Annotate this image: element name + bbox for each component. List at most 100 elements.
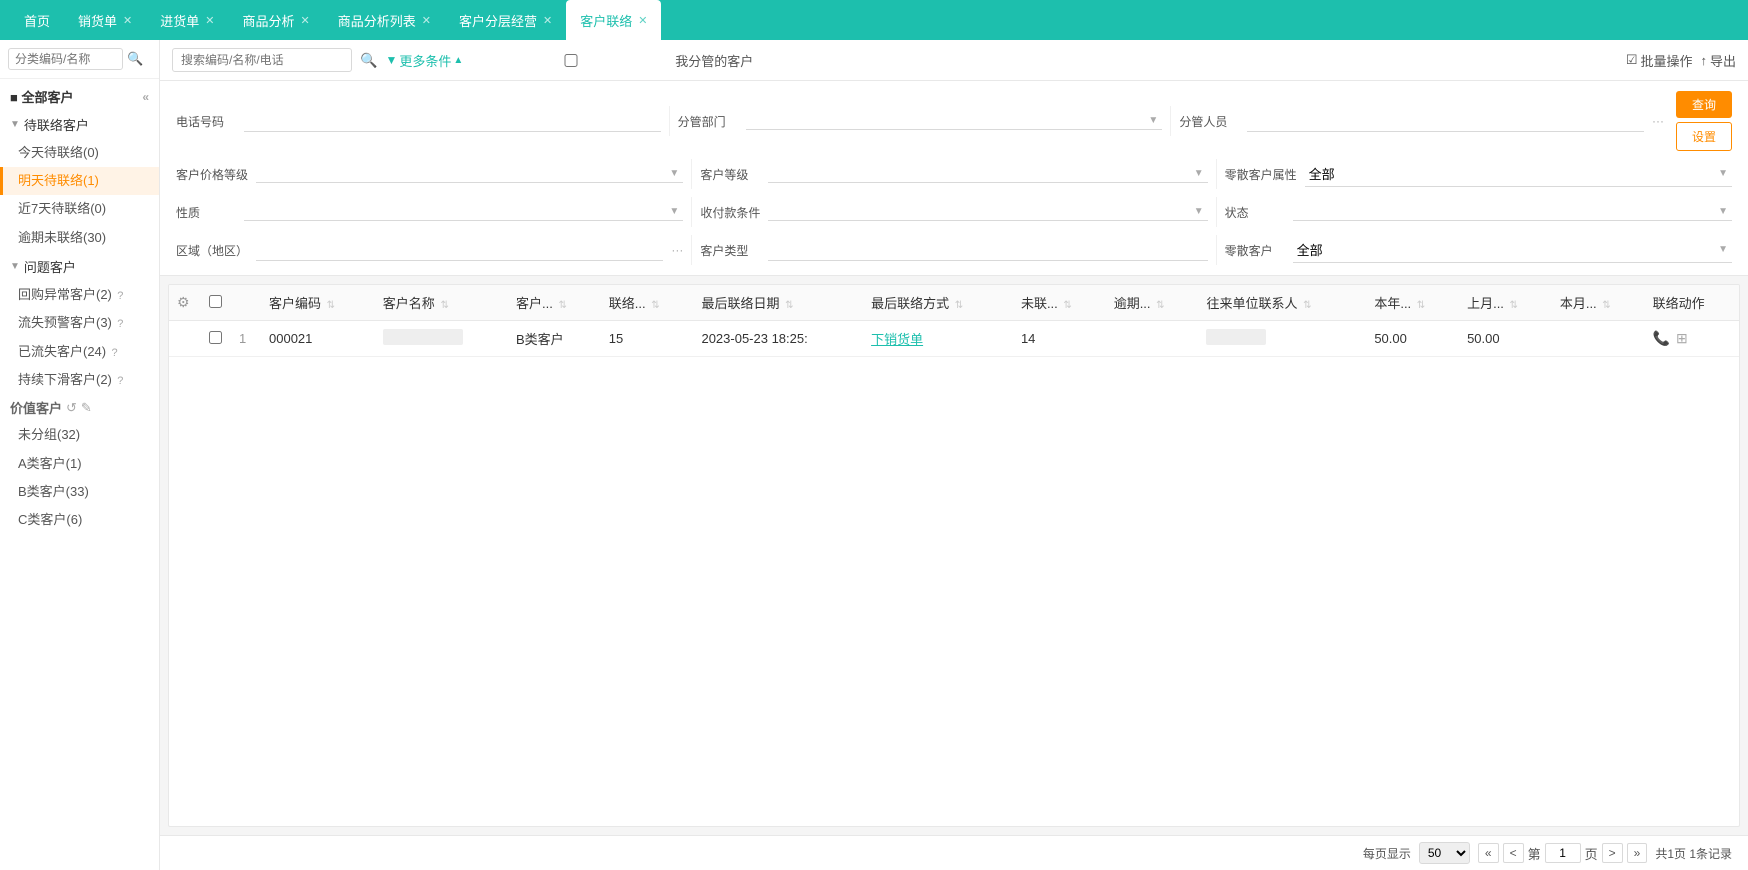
nav-item-goods-analysis-list[interactable]: 商品分析列表 ✕	[324, 0, 445, 40]
my-customer-checkbox-area: 我分管的客户	[471, 51, 753, 70]
sidebar-search-icon[interactable]: 🔍	[127, 51, 143, 67]
filter-bar: 🔍 ▼ 更多条件 ▲ 我分管的客户 ☑ 批量操作 ↑ 导出	[160, 40, 1748, 81]
region-dots-icon[interactable]: ···	[671, 243, 683, 257]
prev-page-btn[interactable]: <	[1503, 843, 1524, 863]
export-btn[interactable]: ↑ 导出	[1700, 51, 1736, 70]
problem-group-title[interactable]: ▼ 问题客户	[0, 252, 159, 281]
help-warning-icon[interactable]: ?	[117, 318, 123, 330]
close-customer-tier-icon[interactable]: ✕	[543, 14, 552, 27]
table-row: 1 000021 B类客户 15	[169, 321, 1739, 357]
sidebar-item-warning[interactable]: 流失预警客户(3) ?	[0, 309, 159, 337]
td-contact: 15	[601, 321, 694, 357]
my-customer-checkbox[interactable]	[471, 54, 671, 67]
sidebar-item-typeA[interactable]: A类客户(1)	[0, 450, 159, 478]
all-customer-section[interactable]: ■ 全部客户 «	[0, 79, 159, 110]
page-nav: « < 第 页 > »	[1478, 843, 1647, 863]
help-declining-icon[interactable]: ?	[117, 375, 123, 387]
sort-uncontacted-icon[interactable]: ⇅	[1063, 300, 1071, 311]
last-page-btn[interactable]: »	[1627, 843, 1648, 863]
select-all-checkbox[interactable]	[209, 295, 222, 308]
sidebar-item-lost[interactable]: 已流失客户(24) ?	[0, 338, 159, 366]
sidebar-item-typeB[interactable]: B类客户(33)	[0, 478, 159, 506]
sidebar-search-area: 🔍	[0, 40, 159, 79]
payment-select[interactable]: ▼	[768, 203, 1207, 221]
page-size-select[interactable]: 50 100 200	[1419, 842, 1470, 864]
page-number-input[interactable]	[1545, 843, 1581, 863]
help-repurchase-icon[interactable]: ?	[117, 290, 123, 302]
sidebar-item-declining[interactable]: 持续下滑客户(2) ?	[0, 366, 159, 394]
help-lost-icon[interactable]: ?	[111, 347, 117, 359]
th-unit-contact: 往来单位联系人 ⇅	[1198, 285, 1366, 321]
sidebar-item-tomorrow[interactable]: 明天待联络(1)	[0, 167, 159, 195]
column-settings-icon[interactable]: ⚙	[177, 294, 190, 310]
region-input[interactable]	[256, 240, 663, 261]
close-goods-analysis-icon[interactable]: ✕	[301, 14, 310, 27]
zero-customer-select[interactable]: 全部 ▼	[1293, 237, 1732, 263]
nav-item-home[interactable]: 首页	[10, 0, 64, 40]
nav-item-purchase[interactable]: 进货单 ✕	[146, 0, 228, 40]
more-filter-btn[interactable]: ▼ 更多条件 ▲	[385, 51, 463, 70]
sidebar-item-week[interactable]: 近7天待联络(0)	[0, 195, 159, 223]
sort-type-icon[interactable]: ⇅	[558, 300, 566, 311]
nature-select[interactable]: ▼	[244, 203, 683, 221]
close-customer-contact-icon[interactable]: ✕	[638, 14, 647, 27]
status-select[interactable]: ▼	[1293, 203, 1732, 221]
last-contact-method-link[interactable]: 下销货单	[871, 332, 923, 347]
value-refresh-icon[interactable]: ↺	[66, 400, 77, 416]
close-sales-icon[interactable]: ✕	[123, 14, 132, 27]
th-this-year: 本年... ⇅	[1366, 285, 1459, 321]
customer-level-select[interactable]: ▼	[768, 165, 1207, 183]
content-area: 🔍 ▼ 更多条件 ▲ 我分管的客户 ☑ 批量操作 ↑ 导出	[160, 40, 1748, 870]
row-checkbox[interactable]	[209, 331, 222, 344]
sort-this-month-icon[interactable]: ⇅	[1602, 300, 1610, 311]
search-input[interactable]	[172, 48, 352, 72]
filter-cell-region: 区域（地区） ···	[176, 240, 683, 261]
phone-input[interactable]	[244, 111, 661, 132]
query-btn[interactable]: 查询	[1676, 91, 1732, 118]
close-goods-analysis-list-icon[interactable]: ✕	[422, 14, 431, 27]
sort-contact-icon[interactable]: ⇅	[651, 300, 659, 311]
nav-item-sales[interactable]: 销货单 ✕	[64, 0, 146, 40]
sort-unit-contact-icon[interactable]: ⇅	[1303, 300, 1311, 311]
td-type: B类客户	[508, 321, 601, 357]
value-edit-icon[interactable]: ✎	[81, 400, 92, 416]
sidebar-item-overdue[interactable]: 逾期未联络(30)	[0, 224, 159, 252]
sidebar-item-today[interactable]: 今天待联络(0)	[0, 139, 159, 167]
first-page-btn[interactable]: «	[1478, 843, 1499, 863]
sort-this-year-icon[interactable]: ⇅	[1417, 300, 1425, 311]
th-last-contact-date: 最后联络日期 ⇅	[693, 285, 863, 321]
qr-action-icon[interactable]: ⊞	[1676, 330, 1688, 347]
set-btn[interactable]: 设置	[1676, 122, 1732, 151]
sidebar-item-repurchase[interactable]: 回购异常客户(2) ?	[0, 281, 159, 309]
nav-item-goods-analysis[interactable]: 商品分析 ✕	[228, 0, 323, 40]
sidebar-item-ungrouped[interactable]: 未分组(32)	[0, 421, 159, 449]
dept-select[interactable]: ▼	[746, 112, 1163, 130]
td-name	[375, 321, 508, 357]
person-input[interactable]	[1247, 111, 1644, 132]
customer-type-input[interactable]	[768, 240, 1207, 261]
batch-op-btn[interactable]: ☑ 批量操作	[1626, 51, 1693, 70]
price-level-select[interactable]: ▼	[256, 165, 683, 183]
sort-method-icon[interactable]: ⇅	[955, 300, 963, 311]
filter-cell-customer-level: 客户等级 ▼	[700, 165, 1207, 183]
sort-last-month-icon[interactable]: ⇅	[1510, 300, 1518, 311]
person-dots-icon[interactable]: ···	[1652, 114, 1664, 128]
sidebar-search-input[interactable]	[8, 48, 123, 70]
next-page-btn[interactable]: >	[1602, 843, 1623, 863]
phone-action-icon[interactable]: 📞	[1653, 330, 1670, 347]
collapse-all-icon[interactable]: «	[142, 90, 149, 104]
sort-date-icon[interactable]: ⇅	[785, 300, 793, 311]
nav-item-customer-tier[interactable]: 客户分层经营 ✕	[445, 0, 566, 40]
pending-group-title[interactable]: ▼ 待联络客户	[0, 110, 159, 139]
zero-attr-select[interactable]: 全部 ▼	[1305, 161, 1732, 187]
dept-arrow-icon: ▼	[1148, 115, 1158, 126]
sort-name-icon[interactable]: ⇅	[440, 300, 448, 311]
value-group-section: 价值客户 ↺ ✎	[0, 394, 159, 421]
search-icon[interactable]: 🔍	[360, 52, 377, 69]
sort-overdue-icon[interactable]: ⇅	[1156, 300, 1164, 311]
close-purchase-icon[interactable]: ✕	[205, 14, 214, 27]
sidebar-item-typeC[interactable]: C类客户(6)	[0, 506, 159, 534]
nav-item-customer-contact[interactable]: 客户联络 ✕	[566, 0, 661, 40]
more-filter-arrow-icon: ▲	[453, 55, 463, 66]
sort-code-icon[interactable]: ⇅	[327, 300, 335, 311]
